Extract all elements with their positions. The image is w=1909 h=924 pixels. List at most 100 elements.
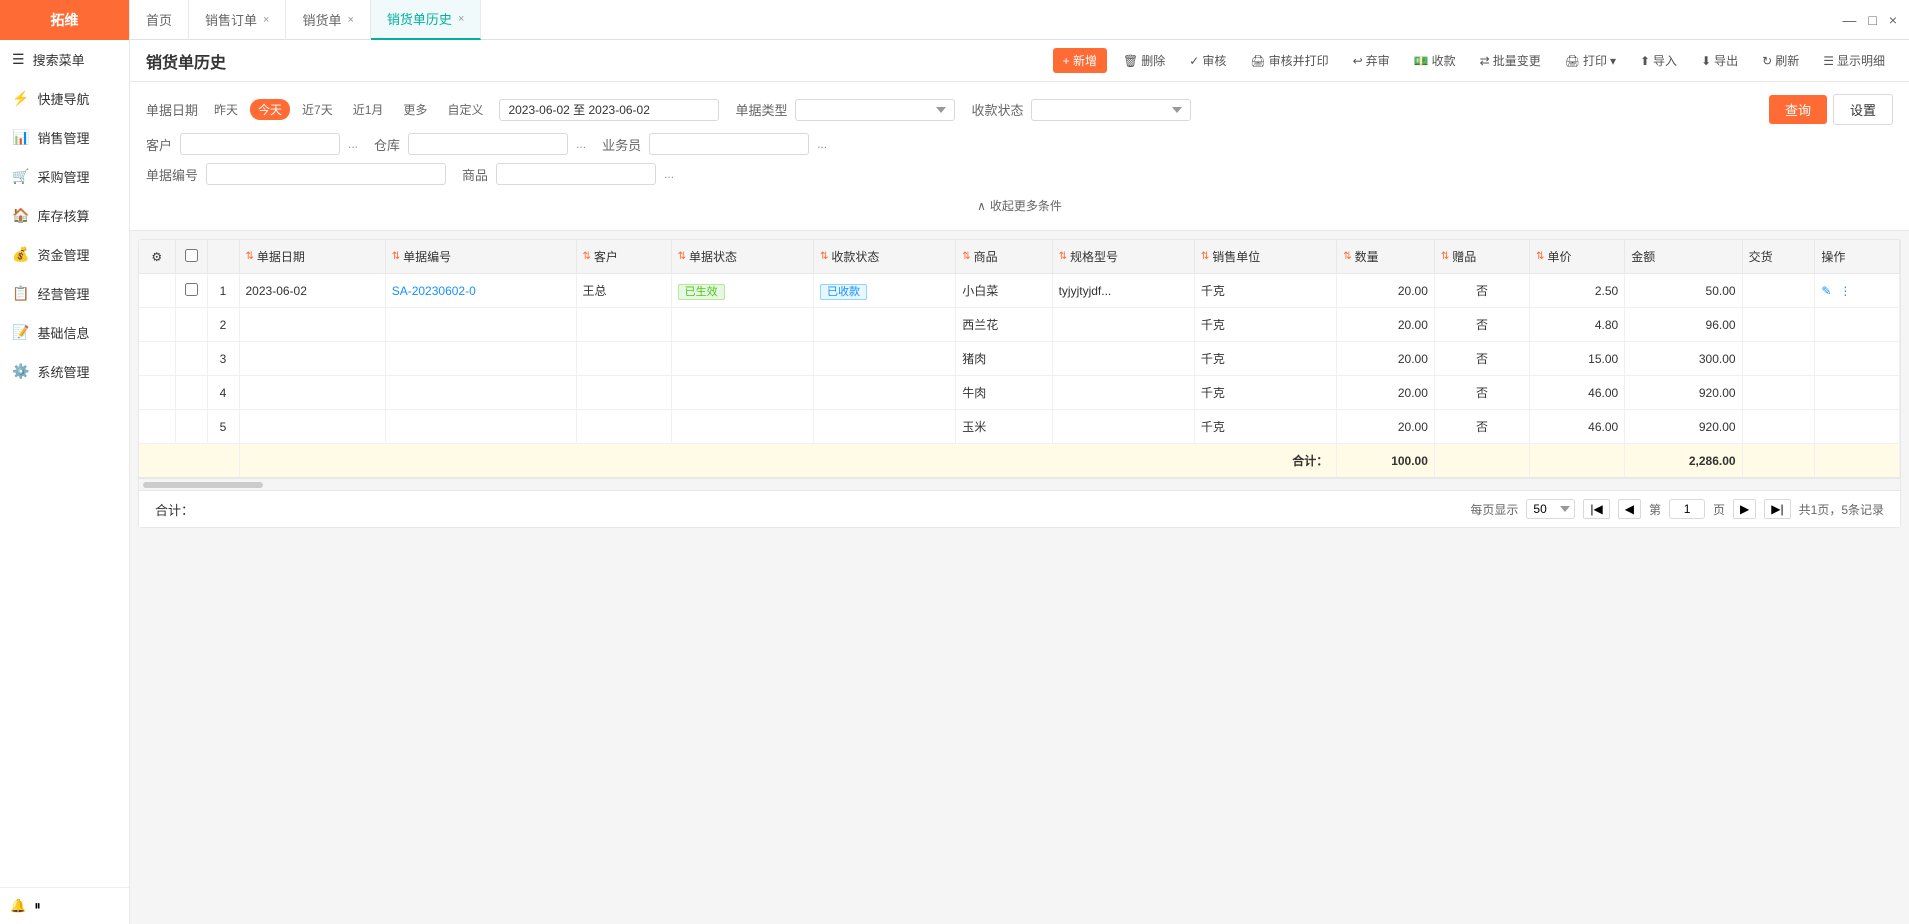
date-tabs: 昨天 今天 近7天 近1月 更多 自定义	[206, 99, 491, 120]
docno-filter: 单据编号	[146, 163, 446, 185]
more-action-link[interactable]: ⋮	[1839, 284, 1851, 298]
collect-button[interactable]: 💵 收款	[1406, 48, 1464, 73]
doc-status-badge: 已生效	[678, 284, 725, 300]
sidebar-item-system-mgmt[interactable]: ⚙️ 系统管理	[0, 352, 129, 391]
abandon-icon: ↩	[1353, 54, 1363, 68]
spec-cell: tyjyjtyjdf...	[1052, 274, 1194, 308]
next-page-button[interactable]: ▶	[1733, 499, 1756, 519]
horizontal-scrollbar[interactable]	[139, 478, 1900, 490]
delete-button[interactable]: 🗑 删除	[1115, 48, 1173, 73]
first-page-button[interactable]: |◀	[1583, 499, 1609, 519]
select-all-checkbox[interactable]	[185, 249, 198, 262]
prev-page-button[interactable]: ◀	[1618, 499, 1641, 519]
abandon-button[interactable]: ↩ 弃审	[1345, 48, 1398, 73]
customer-input[interactable]	[180, 133, 340, 155]
minimize-button[interactable]: —	[1838, 12, 1860, 28]
col-payment-status[interactable]: ⇅收款状态	[813, 240, 955, 274]
tab-sales-history[interactable]: 销货单历史 ×	[371, 0, 481, 40]
warehouse-input[interactable]	[408, 133, 568, 155]
col-customer[interactable]: ⇅客户	[576, 240, 671, 274]
tab-close-sales-order[interactable]: ×	[263, 14, 269, 26]
sidebar-item-search-menu[interactable]: ☰ 搜索菜单	[0, 40, 129, 79]
col-goods[interactable]: ⇅商品	[956, 240, 1052, 274]
filter-row-3: 单据编号 商品 ...	[146, 163, 1893, 185]
tab-home[interactable]: 首页	[130, 0, 189, 40]
last-page-button[interactable]: ▶|	[1764, 499, 1790, 519]
col-spec[interactable]: ⇅规格型号	[1052, 240, 1194, 274]
col-unit[interactable]: ⇅销售单位	[1194, 240, 1336, 274]
transaction-cell	[1742, 308, 1815, 342]
quick-nav-icon: ⚡	[12, 90, 29, 107]
edit-action-link[interactable]: ✎	[1821, 284, 1831, 298]
import-button[interactable]: ⬆ 导入	[1632, 48, 1685, 73]
date-range-input[interactable]	[499, 99, 719, 121]
col-unit-price[interactable]: ⇅单价	[1530, 240, 1625, 274]
tab-close-sales-goods[interactable]: ×	[347, 14, 353, 26]
tab-label: 销货单	[302, 10, 341, 29]
close-button[interactable]: ×	[1885, 12, 1901, 28]
export-icon: ⬇	[1701, 54, 1711, 68]
doc-type-select[interactable]	[795, 99, 955, 121]
tab-label: 销货单历史	[387, 9, 452, 28]
goods-input[interactable]	[496, 163, 656, 185]
row-checkbox-cell	[175, 308, 207, 342]
notification-icon[interactable]: 🔔	[10, 898, 26, 914]
date-tab-yesterday[interactable]: 昨天	[206, 99, 246, 120]
date-tab-custom[interactable]: 自定义	[439, 99, 491, 120]
export-button[interactable]: ⬇ 导出	[1693, 48, 1746, 73]
tab-sales-order[interactable]: 销售订单 ×	[189, 0, 286, 40]
sidebar-item-operation-mgmt[interactable]: 📋 经营管理	[0, 274, 129, 313]
sidebar-item-base-info[interactable]: 📝 基础信息	[0, 313, 129, 352]
audit-print-button[interactable]: 🖨 审核并打印	[1242, 48, 1336, 73]
totals-footer-label: 合计：	[155, 500, 194, 519]
pause-icon[interactable]: ⏸	[34, 898, 41, 914]
col-doc-date[interactable]: ⇅单据日期	[239, 240, 385, 274]
filter-settings-button[interactable]: 设置	[1833, 94, 1893, 125]
date-tab-today[interactable]: 今天	[250, 99, 290, 120]
page-number-input[interactable]	[1669, 499, 1705, 519]
docno-label: 单据编号	[146, 165, 198, 184]
goods-picker-icon[interactable]: ...	[664, 167, 674, 181]
col-settings[interactable]: ⚙	[139, 240, 175, 274]
salesperson-input[interactable]	[649, 133, 809, 155]
col-quantity[interactable]: ⇅数量	[1337, 240, 1435, 274]
collapse-label: 收起更多条件	[990, 197, 1062, 214]
actions-cell	[1815, 308, 1900, 342]
print-button[interactable]: 🖨 打印 ▾	[1557, 48, 1624, 73]
date-tab-1month[interactable]: 近1月	[345, 99, 392, 120]
totals-label-cell	[139, 444, 239, 478]
date-tab-more[interactable]: 更多	[395, 99, 435, 120]
maximize-button[interactable]: □	[1864, 12, 1880, 28]
date-tab-7days[interactable]: 近7天	[294, 99, 341, 120]
customer-picker-icon[interactable]: ...	[348, 137, 358, 151]
col-doc-no[interactable]: ⇅单据编号	[385, 240, 576, 274]
row-checkbox[interactable]	[185, 283, 198, 296]
sidebar-item-sales-mgmt[interactable]: 📊 销售管理	[0, 118, 129, 157]
tab-close-sales-history[interactable]: ×	[458, 13, 464, 25]
refresh-button[interactable]: ↻ 刷新	[1754, 48, 1807, 73]
display-detail-button[interactable]: ☰ 显示明细	[1815, 48, 1893, 73]
payment-status-select[interactable]	[1031, 99, 1191, 121]
sidebar-item-fund-mgmt[interactable]: 💰 资金管理	[0, 235, 129, 274]
sidebar-item-label: 基础信息	[37, 323, 89, 342]
sidebar-item-purchase-mgmt[interactable]: 🛒 采购管理	[0, 157, 129, 196]
page-title: 销货单历史	[146, 49, 226, 73]
scroll-thumb[interactable]	[143, 482, 263, 488]
tab-sales-goods[interactable]: 销货单 ×	[286, 0, 370, 40]
warehouse-picker-icon[interactable]: ...	[576, 137, 586, 151]
doc-no-link[interactable]: SA-20230602-0	[392, 284, 476, 298]
salesperson-picker-icon[interactable]: ...	[817, 137, 827, 151]
filter-collapse-button[interactable]: ∧ 收起更多条件	[146, 193, 1893, 218]
docno-input[interactable]	[206, 163, 446, 185]
col-gift[interactable]: ⇅赠品	[1434, 240, 1529, 274]
query-button[interactable]: 查询	[1769, 95, 1827, 124]
batch-change-button[interactable]: ⇄ 批量变更	[1472, 48, 1549, 73]
per-page-select[interactable]: 50 20 100	[1526, 499, 1575, 519]
new-button[interactable]: + 新增	[1053, 48, 1107, 73]
collect-icon: 💵	[1414, 54, 1429, 68]
doc-no-cell[interactable]: SA-20230602-0	[385, 274, 576, 308]
sidebar-item-inventory[interactable]: 🏠 库存核算	[0, 196, 129, 235]
col-doc-status[interactable]: ⇅单据状态	[671, 240, 813, 274]
sidebar-item-quick-nav[interactable]: ⚡ 快捷导航	[0, 79, 129, 118]
audit-button[interactable]: ✓ 审核	[1181, 48, 1234, 73]
